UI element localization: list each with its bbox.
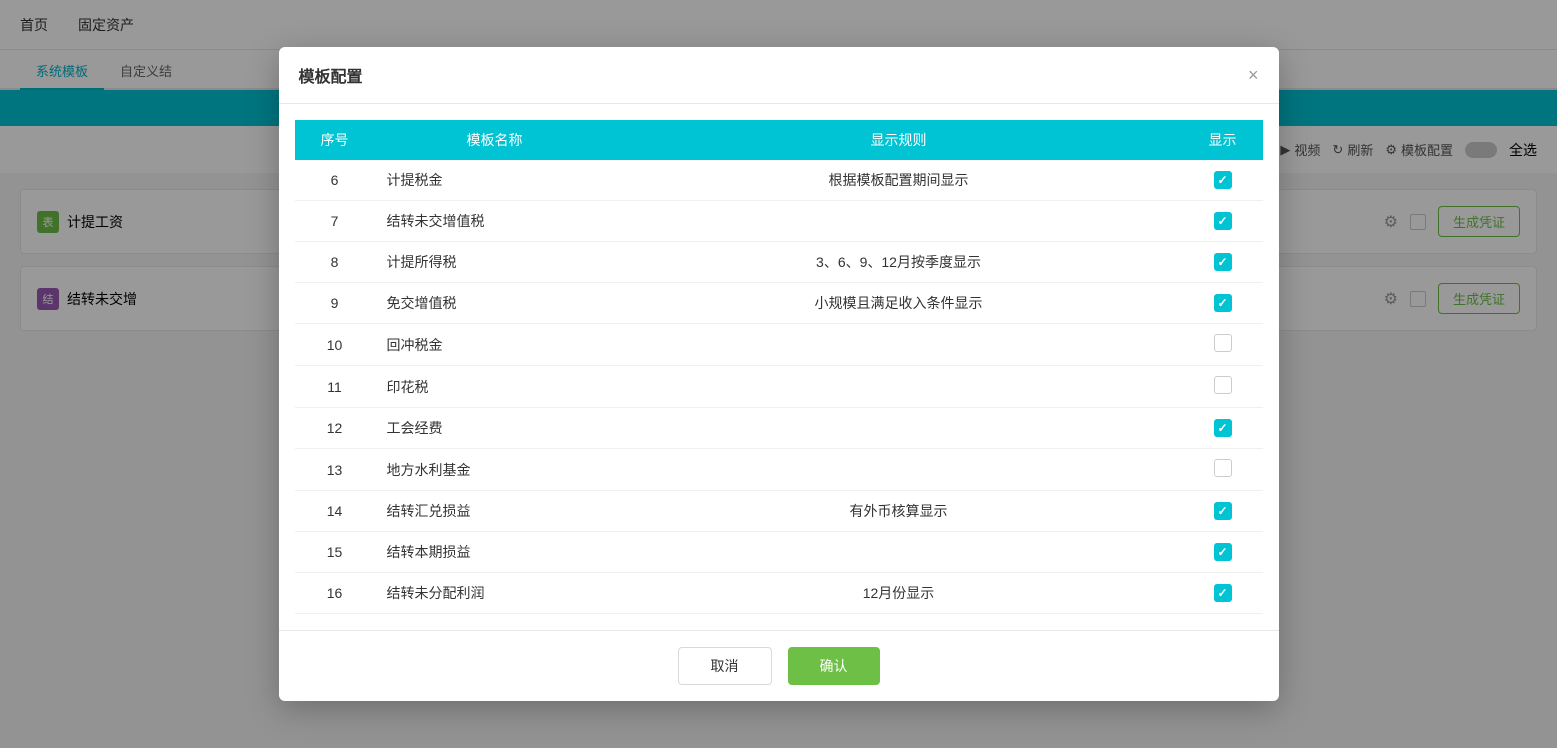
row-rule (615, 449, 1183, 491)
row-checkbox[interactable] (1214, 334, 1232, 352)
row-name: 结转未交增值税 (375, 201, 615, 242)
row-checkbox[interactable] (1214, 253, 1232, 271)
row-checkbox[interactable] (1214, 294, 1232, 312)
row-checkbox-cell (1183, 283, 1263, 324)
col-header-rule: 显示规则 (615, 120, 1183, 160)
row-rule: 根据模板配置期间显示 (615, 160, 1183, 201)
row-rule (615, 324, 1183, 366)
row-checkbox-cell (1183, 532, 1263, 573)
modal-header: 模板配置 × (279, 47, 1279, 104)
row-rule: 3、6、9、12月按季度显示 (615, 242, 1183, 283)
table-row: 15结转本期损益 (295, 532, 1263, 573)
table-row: 10回冲税金 (295, 324, 1263, 366)
col-header-name: 模板名称 (375, 120, 615, 160)
row-rule (615, 201, 1183, 242)
row-rule: 小规模且满足收入条件显示 (615, 283, 1183, 324)
table-row: 12工会经费 (295, 408, 1263, 449)
row-checkbox-cell (1183, 160, 1263, 201)
row-name: 结转本期损益 (375, 532, 615, 573)
row-rule (615, 366, 1183, 408)
row-id: 7 (295, 201, 375, 242)
row-checkbox[interactable] (1214, 171, 1232, 189)
row-checkbox-cell (1183, 573, 1263, 614)
row-name: 结转未分配利润 (375, 573, 615, 614)
row-checkbox[interactable] (1214, 212, 1232, 230)
modal-footer: 取消 确认 (279, 630, 1279, 701)
table-row: 14结转汇兑损益有外币核算显示 (295, 491, 1263, 532)
row-name: 结转汇兑损益 (375, 491, 615, 532)
col-header-id: 序号 (295, 120, 375, 160)
modal-template-config: 模板配置 × 序号 模板名称 显示规则 显示 6计提税金根据模板配置期间显 (279, 47, 1279, 701)
row-id: 9 (295, 283, 375, 324)
table-row: 16结转未分配利润12月份显示 (295, 573, 1263, 614)
table-row: 7结转未交增值税 (295, 201, 1263, 242)
col-header-display: 显示 (1183, 120, 1263, 160)
cancel-button[interactable]: 取消 (678, 647, 772, 685)
modal-body: 序号 模板名称 显示规则 显示 6计提税金根据模板配置期间显示7结转未交增值税8… (279, 104, 1279, 630)
row-checkbox-cell (1183, 242, 1263, 283)
modal-overlay: 模板配置 × 序号 模板名称 显示规则 显示 6计提税金根据模板配置期间显 (0, 0, 1557, 748)
row-checkbox[interactable] (1214, 419, 1232, 437)
row-checkbox-cell (1183, 491, 1263, 532)
row-checkbox[interactable] (1214, 584, 1232, 602)
row-checkbox-cell (1183, 324, 1263, 366)
row-id: 14 (295, 491, 375, 532)
table-row: 8计提所得税3、6、9、12月按季度显示 (295, 242, 1263, 283)
row-id: 10 (295, 324, 375, 366)
confirm-button[interactable]: 确认 (788, 647, 880, 685)
row-name: 计提税金 (375, 160, 615, 201)
row-name: 工会经费 (375, 408, 615, 449)
row-name: 免交增值税 (375, 283, 615, 324)
row-checkbox[interactable] (1214, 543, 1232, 561)
modal-close-button[interactable]: × (1248, 66, 1259, 84)
row-checkbox-cell (1183, 201, 1263, 242)
row-id: 12 (295, 408, 375, 449)
row-id: 8 (295, 242, 375, 283)
modal-title: 模板配置 (299, 63, 363, 87)
row-name: 地方水利基金 (375, 449, 615, 491)
table-row: 9免交增值税小规模且满足收入条件显示 (295, 283, 1263, 324)
row-id: 16 (295, 573, 375, 614)
table-row: 11印花税 (295, 366, 1263, 408)
row-name: 回冲税金 (375, 324, 615, 366)
config-table: 序号 模板名称 显示规则 显示 6计提税金根据模板配置期间显示7结转未交增值税8… (295, 120, 1263, 614)
row-checkbox-cell (1183, 449, 1263, 491)
row-checkbox[interactable] (1214, 459, 1232, 477)
row-name: 计提所得税 (375, 242, 615, 283)
row-checkbox-cell (1183, 408, 1263, 449)
row-checkbox[interactable] (1214, 376, 1232, 394)
table-row: 6计提税金根据模板配置期间显示 (295, 160, 1263, 201)
row-id: 6 (295, 160, 375, 201)
row-id: 13 (295, 449, 375, 491)
row-id: 15 (295, 532, 375, 573)
row-checkbox-cell (1183, 366, 1263, 408)
row-id: 11 (295, 366, 375, 408)
row-rule: 有外币核算显示 (615, 491, 1183, 532)
row-rule: 12月份显示 (615, 573, 1183, 614)
table-row: 13地方水利基金 (295, 449, 1263, 491)
row-checkbox[interactable] (1214, 502, 1232, 520)
row-rule (615, 408, 1183, 449)
row-name: 印花税 (375, 366, 615, 408)
row-rule (615, 532, 1183, 573)
table-scroll[interactable]: 序号 模板名称 显示规则 显示 6计提税金根据模板配置期间显示7结转未交增值税8… (295, 120, 1263, 614)
